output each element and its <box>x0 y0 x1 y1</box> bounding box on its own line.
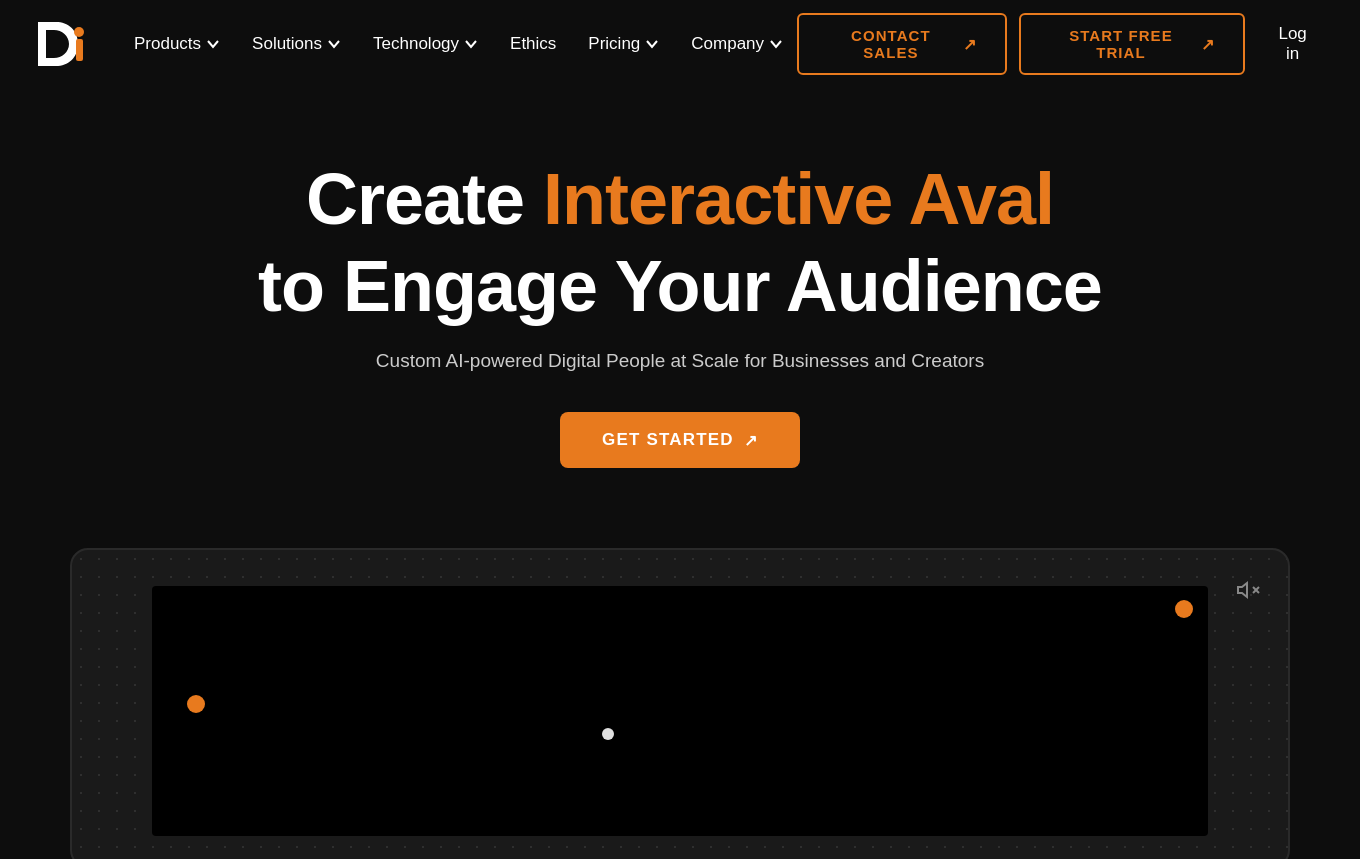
nav-links: Products Solutions Technology Ethics Pri… <box>120 26 797 62</box>
nav-item-company[interactable]: Company <box>677 26 797 62</box>
hero-section: Create Interactive Aval to Engage Your A… <box>0 88 1360 508</box>
chevron-down-icon <box>645 37 659 51</box>
nav-item-pricing[interactable]: Pricing <box>574 26 673 62</box>
start-trial-button[interactable]: START FREE TRIAL ↗ <box>1019 13 1245 75</box>
hero-title-line2: to Engage Your Audience <box>40 247 1320 326</box>
hero-highlight: Interactive Ava <box>543 159 1035 239</box>
chevron-down-icon <box>769 37 783 51</box>
nav-left: Products Solutions Technology Ethics Pri… <box>32 14 797 74</box>
arrow-diagonal-icon: ↗ <box>744 431 758 450</box>
nav-item-ethics[interactable]: Ethics <box>496 26 570 62</box>
nav-item-technology[interactable]: Technology <box>359 26 492 62</box>
chevron-down-icon <box>464 37 478 51</box>
logo[interactable] <box>32 14 92 74</box>
arrow-icon: ↗ <box>1201 35 1215 54</box>
nav-right: CONTACT SALES ↗ START FREE TRIAL ↗ Log i… <box>797 13 1328 75</box>
video-screen <box>152 586 1208 836</box>
svg-rect-1 <box>76 39 83 61</box>
navbar: Products Solutions Technology Ethics Pri… <box>0 0 1360 88</box>
chevron-down-icon <box>327 37 341 51</box>
nav-item-products[interactable]: Products <box>120 26 234 62</box>
arrow-icon: ↗ <box>963 35 977 54</box>
hero-title-line1: Create Interactive Aval <box>40 160 1320 239</box>
contact-sales-button[interactable]: CONTACT SALES ↗ <box>797 13 1007 75</box>
get-started-button[interactable]: GET STARTED ↗ <box>560 412 800 468</box>
nav-item-solutions[interactable]: Solutions <box>238 26 355 62</box>
chevron-down-icon <box>206 37 220 51</box>
svg-point-0 <box>74 27 84 37</box>
hero-subtitle: Custom AI-powered Digital People at Scal… <box>40 350 1320 372</box>
video-frame <box>70 548 1290 859</box>
volume-icon[interactable] <box>1236 578 1260 608</box>
video-section <box>70 548 1290 859</box>
svg-marker-2 <box>1238 583 1247 597</box>
login-button[interactable]: Log in <box>1257 16 1328 72</box>
